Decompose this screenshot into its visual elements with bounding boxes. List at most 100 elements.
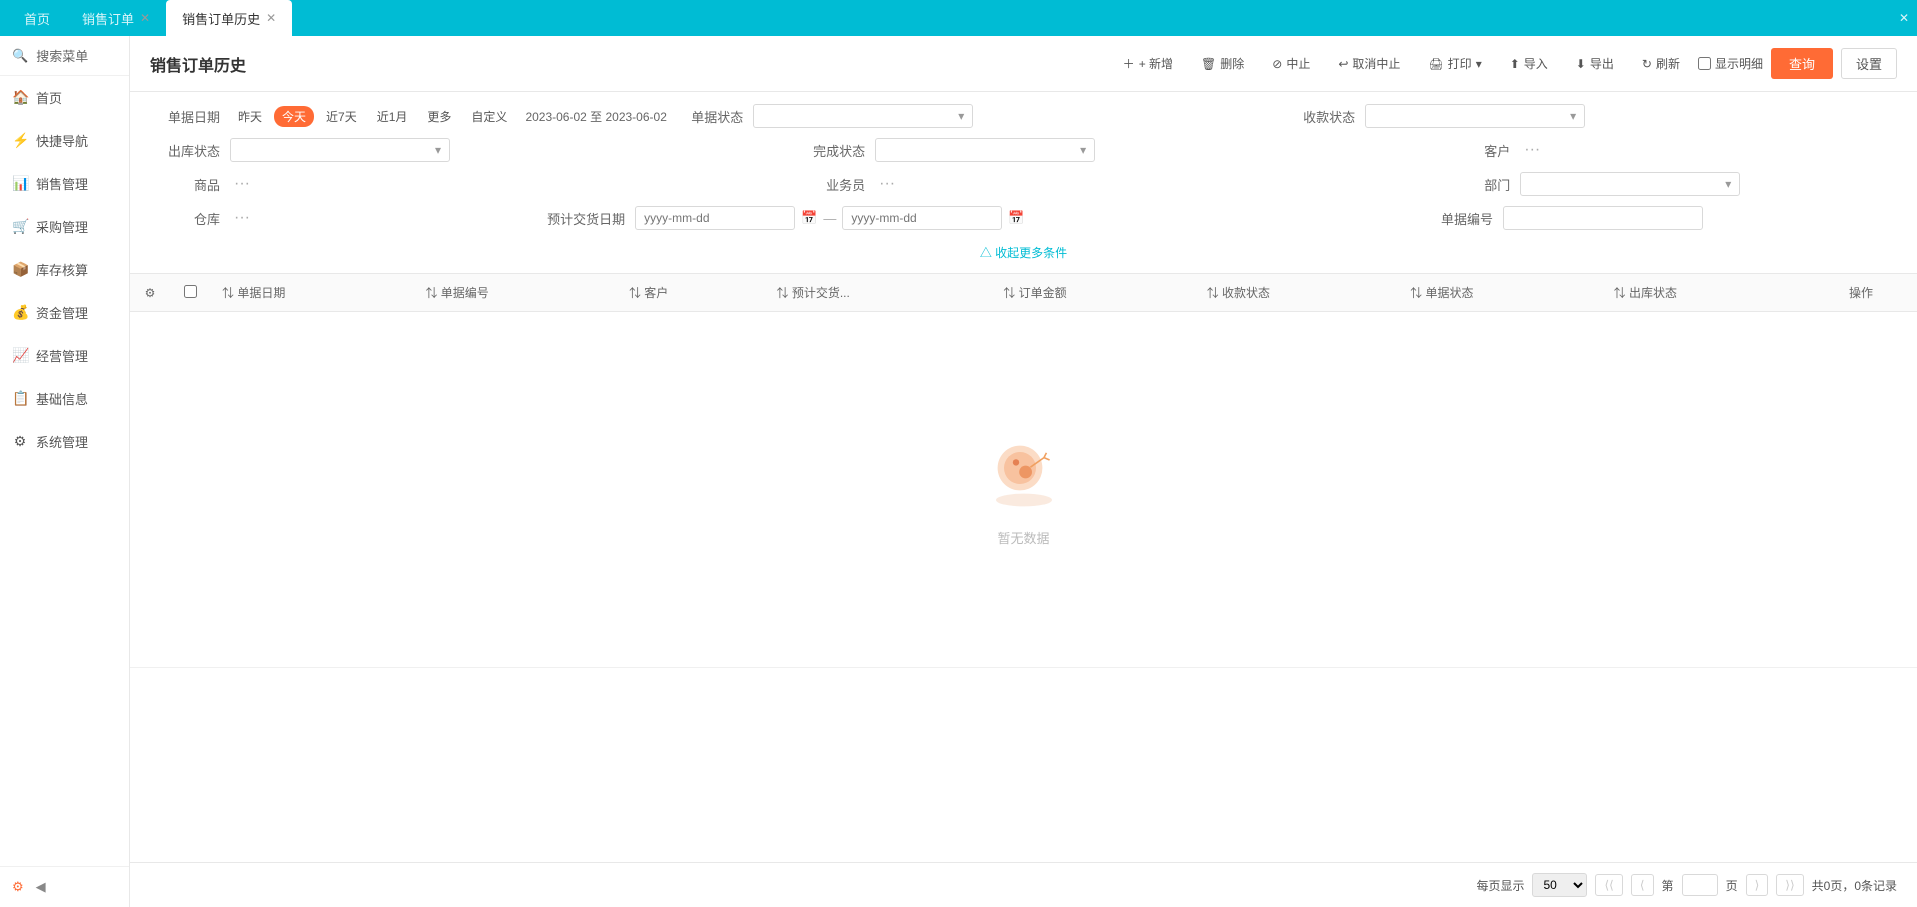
collapse-bar[interactable]: △ 收起更多条件 — [150, 240, 1897, 261]
warehouse-label: 仓库 — [150, 209, 230, 228]
sidebar-item-finance[interactable]: 💰 资金管理 — [0, 291, 129, 334]
sidebar-item-home[interactable]: 🏠 首页 — [0, 76, 129, 119]
filter-area: 单据日期 昨天 今天 近7天 近1月 更多 自定义 2023-06-02 至 2… — [130, 92, 1917, 274]
select-all-checkbox[interactable] — [184, 285, 197, 298]
expected-date-from[interactable] — [635, 206, 795, 230]
cancel-stop-button[interactable]: ↩ 取消中止 — [1328, 50, 1410, 77]
collapse-label: △ 收起更多条件 — [980, 246, 1067, 260]
out-status-select[interactable]: ▾ — [230, 138, 450, 162]
stop-icon: ⊘ — [1272, 57, 1282, 71]
export-button[interactable]: ⬇ 导出 — [1566, 50, 1624, 77]
table-checkbox-col[interactable] — [170, 274, 210, 312]
last-page-btn[interactable]: ⟩⟩ — [1776, 874, 1803, 896]
col-customer[interactable]: ⇅ 客户 — [617, 274, 765, 312]
warehouse-input[interactable]: ··· — [234, 209, 250, 227]
table-container: ⚙ ⇅ 单据日期 ⇅ 单据编号 ⇅ 客户 ⇅ 预计交货... ⇅ 订单金额 ⇅ … — [130, 274, 1917, 862]
bill-no-input[interactable] — [1503, 206, 1703, 230]
query-button[interactable]: 查询 — [1771, 48, 1833, 79]
date-tab-custom[interactable]: 自定义 — [463, 106, 515, 127]
print-button[interactable]: 🖨 打印 ▾ — [1418, 50, 1491, 77]
page-size-select[interactable]: 50 20 100 — [1532, 873, 1587, 897]
salesperson-filter: ··· — [875, 175, 1440, 193]
sidebar-item-quick-nav[interactable]: ⚡ 快捷导航 — [0, 119, 129, 162]
refresh-label: 刷新 — [1656, 55, 1680, 72]
filter-row-1: 单据日期 昨天 今天 近7天 近1月 更多 自定义 2023-06-02 至 2… — [150, 104, 1897, 128]
col-bill-status[interactable]: ⇅ 单据状态 — [1398, 274, 1601, 312]
col-receipt-status[interactable]: ⇅ 收款状态 — [1195, 274, 1398, 312]
sidebar-item-purchase-label: 采购管理 — [36, 217, 88, 236]
sidebar-search-label: 搜索菜单 — [36, 46, 88, 65]
first-page-btn[interactable]: ⟨⟨ — [1595, 874, 1622, 896]
delete-button[interactable]: 🗑 删除 — [1191, 50, 1254, 77]
date-tab-yesterday[interactable]: 昨天 — [230, 106, 270, 127]
col-no-label: ⇅ 单据编号 — [425, 286, 488, 300]
sidebar-search[interactable]: 🔍 搜索菜单 — [0, 36, 129, 76]
calendar-to-icon[interactable]: 📅 — [1008, 210, 1024, 226]
next-page-btn[interactable]: ⟩ — [1746, 874, 1769, 896]
current-page-input[interactable]: 1 — [1682, 874, 1718, 896]
date-tab-7days[interactable]: 近7天 — [318, 106, 365, 127]
receipt-status-label: 收款状态 — [1285, 107, 1365, 126]
out-status-filter: ▾ — [230, 138, 795, 162]
refresh-icon: ↻ — [1642, 57, 1652, 71]
sidebar-item-purchase[interactable]: 🛒 采购管理 — [0, 205, 129, 248]
receipt-status-select[interactable]: ▾ — [1365, 104, 1585, 128]
calendar-from-icon[interactable]: 📅 — [801, 210, 817, 226]
refresh-button[interactable]: ↻ 刷新 — [1632, 50, 1690, 77]
stop-button[interactable]: ⊘ 中止 — [1262, 50, 1320, 77]
sales-icon: 📊 — [12, 175, 28, 192]
pagination: 每页显示 50 20 100 ⟨⟨ ⟨ 第 1 页 ⟩ ⟩⟩ 共0页，0条记录 — [130, 862, 1917, 907]
date-tab-more[interactable]: 更多 — [419, 106, 459, 127]
col-amount[interactable]: ⇅ 订单金额 — [991, 274, 1194, 312]
table-settings-col[interactable]: ⚙ — [130, 274, 170, 312]
new-button[interactable]: ＋ + 新增 — [1113, 50, 1183, 77]
col-out-status[interactable]: ⇅ 出库状态 — [1602, 274, 1805, 312]
expected-date-label: 预计交货日期 — [545, 209, 635, 228]
export-icon: ⬇ — [1576, 57, 1586, 71]
sidebar-item-sales-label: 销售管理 — [36, 174, 88, 193]
product-input[interactable]: ··· — [234, 175, 250, 193]
customer-input[interactable]: ··· — [1524, 141, 1540, 159]
customer-filter: ··· — [1520, 141, 1897, 159]
sidebar-item-inventory[interactable]: 📦 库存核算 — [0, 248, 129, 291]
setting-button[interactable]: 设置 — [1841, 48, 1897, 79]
window-close-btn[interactable]: ✕ — [1899, 11, 1909, 25]
tab-sales-order-history-close[interactable]: ✕ — [266, 11, 276, 25]
complete-status-select[interactable]: ▾ — [875, 138, 1095, 162]
department-filter: ▾ — [1520, 172, 1897, 196]
department-label: 部门 — [1440, 175, 1520, 194]
date-tabs: 昨天 今天 近7天 近1月 更多 自定义 — [230, 106, 515, 127]
date-tab-today[interactable]: 今天 — [274, 106, 314, 127]
col-expected[interactable]: ⇅ 预计交货... — [764, 274, 991, 312]
salesperson-input[interactable]: ··· — [879, 175, 895, 193]
sidebar-item-system[interactable]: ⚙ 系统管理 — [0, 420, 129, 463]
department-select[interactable]: ▾ — [1520, 172, 1740, 196]
sidebar-settings-icon[interactable]: ⚙ — [12, 879, 24, 895]
sidebar-item-basic-info[interactable]: 📋 基础信息 — [0, 377, 129, 420]
tab-sales-order-history[interactable]: 销售订单历史 ✕ — [166, 0, 292, 36]
tab-home[interactable]: 首页 — [8, 0, 66, 36]
prev-page-btn[interactable]: ⟨ — [1631, 874, 1654, 896]
col-date[interactable]: ⇅ 单据日期 — [210, 274, 413, 312]
customer-label: 客户 — [1440, 141, 1520, 160]
basic-info-icon: 📋 — [12, 390, 28, 407]
new-label: + 新增 — [1139, 55, 1173, 72]
show-cols-input[interactable] — [1698, 57, 1711, 70]
col-no[interactable]: ⇅ 单据编号 — [413, 274, 616, 312]
tab-sales-order[interactable]: 销售订单 ✕ — [66, 0, 166, 36]
sidebar-item-operations[interactable]: 📈 经营管理 — [0, 334, 129, 377]
tab-sales-order-close[interactable]: ✕ — [140, 11, 150, 25]
bill-status-select[interactable]: ▾ — [753, 104, 973, 128]
date-tab-1month[interactable]: 近1月 — [369, 106, 416, 127]
product-label: 商品 — [150, 175, 230, 194]
home-icon: 🏠 — [12, 89, 28, 106]
show-cols-checkbox[interactable]: 显示明细 — [1698, 55, 1763, 72]
sidebar-item-sales[interactable]: 📊 销售管理 — [0, 162, 129, 205]
finance-icon: 💰 — [12, 304, 28, 321]
expected-date-to[interactable] — [842, 206, 1002, 230]
import-button[interactable]: ⬆ 导入 — [1500, 50, 1558, 77]
cancel-stop-icon: ↩ — [1338, 57, 1348, 71]
sidebar-collapse-icon[interactable]: ◀ — [36, 879, 46, 895]
data-table: ⚙ ⇅ 单据日期 ⇅ 单据编号 ⇅ 客户 ⇅ 预计交货... ⇅ 订单金额 ⇅ … — [130, 274, 1917, 668]
purchase-icon: 🛒 — [12, 218, 28, 235]
